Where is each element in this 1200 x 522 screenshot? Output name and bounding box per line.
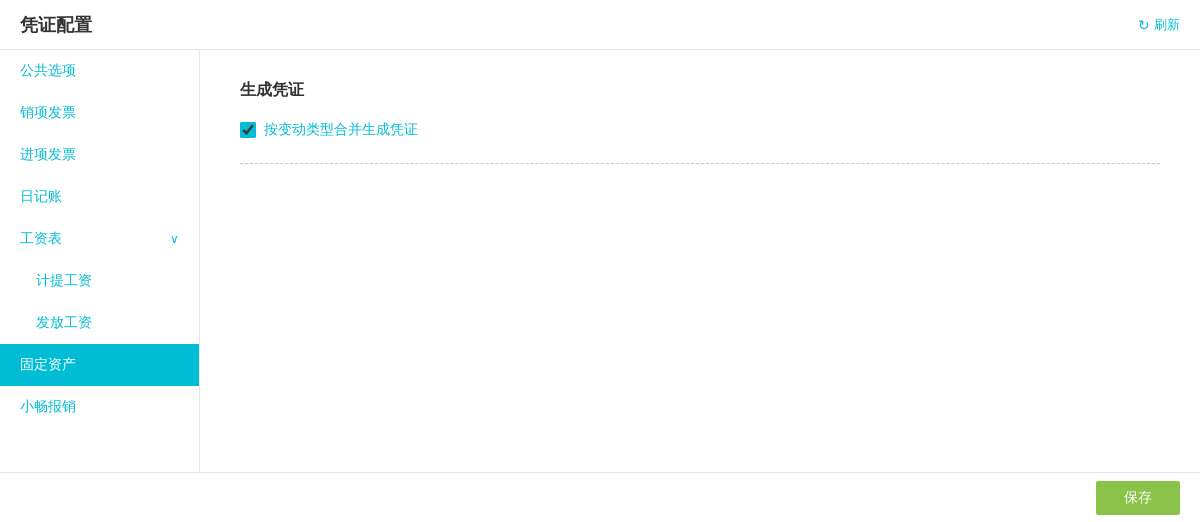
sidebar-item-label: 公共选项 [20,62,76,80]
sidebar-item-label: 计提工资 [36,272,92,290]
sidebar-item-label: 小畅报销 [20,398,76,416]
page-title: 凭证配置 [20,13,92,37]
sidebar-item-payroll[interactable]: 发放工资 [0,302,199,344]
sidebar-item-sales-invoice[interactable]: 销项发票 [0,92,199,134]
sidebar-item-label: 固定资产 [20,356,76,374]
sidebar-item-label: 日记账 [20,188,62,206]
sidebar-item-label: 工资表 [20,230,62,248]
refresh-label: 刷新 [1154,16,1180,34]
sidebar-item-purchase-invoice[interactable]: 进项发票 [0,134,199,176]
merge-by-type-label[interactable]: 按变动类型合并生成凭证 [264,121,418,139]
refresh-icon: ↻ [1138,17,1150,33]
merge-by-type-checkbox[interactable] [240,122,256,138]
section-divider [240,163,1160,164]
chevron-down-icon: ∨ [170,232,179,246]
content-area: 生成凭证 按变动类型合并生成凭证 [200,50,1200,472]
sidebar-item-fixed-assets[interactable]: 固定资产 [0,344,199,386]
sidebar-item-label: 销项发票 [20,104,76,122]
footer: 保存 [0,472,1200,522]
sidebar-item-public-options[interactable]: 公共选项 [0,50,199,92]
sidebar-item-label: 进项发票 [20,146,76,164]
main-container: 公共选项销项发票进项发票日记账工资表 ∨ 计提工资发放工资固定资产小畅报销 生成凭证… [0,50,1200,472]
section-title: 生成凭证 [240,80,1160,101]
refresh-button[interactable]: ↻ 刷新 [1138,16,1180,34]
header: 凭证配置 ↻ 刷新 [0,0,1200,50]
sidebar-item-expense-report[interactable]: 小畅报销 [0,386,199,428]
sidebar: 公共选项销项发票进项发票日记账工资表 ∨ 计提工资发放工资固定资产小畅报销 [0,50,200,472]
checkbox-row: 按变动类型合并生成凭证 [240,121,1160,139]
sidebar-item-payroll-table[interactable]: 工资表 ∨ [0,218,199,260]
save-button[interactable]: 保存 [1096,481,1180,515]
sidebar-item-journal[interactable]: 日记账 [0,176,199,218]
sidebar-item-commission[interactable]: 计提工资 [0,260,199,302]
sidebar-item-label: 发放工资 [36,314,92,332]
